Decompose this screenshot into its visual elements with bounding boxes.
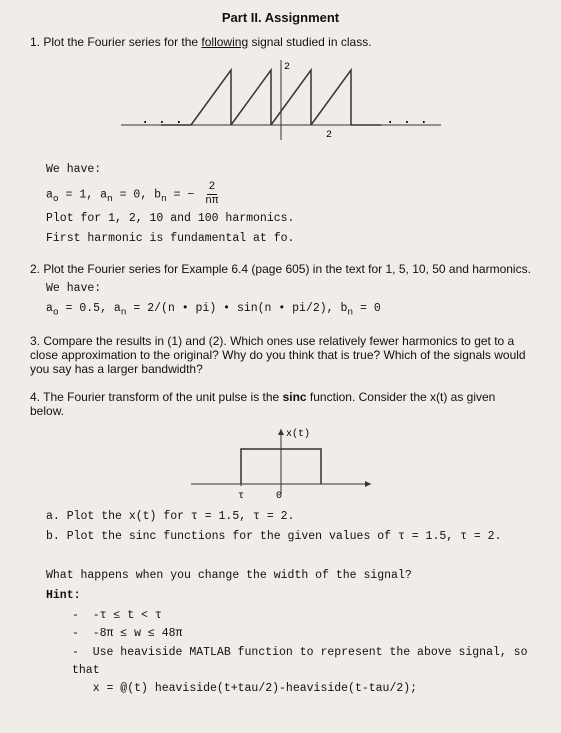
q2-header: 2. Plot the Fourier series for Example 6… — [30, 262, 531, 276]
svg-text:x(t): x(t) — [286, 428, 310, 440]
q1-number: 1. — [30, 35, 43, 49]
q4-b: b. Plot the sinc functions for the given… — [46, 528, 531, 546]
pulse-chart-q4: x(t) τ 0 — [181, 424, 381, 504]
q2-body: We have: ao = 0.5, an = 2/(n • pi) • sin… — [46, 280, 531, 320]
q4-body: a. Plot the x(t) for τ = 1.5, τ = 2. b. … — [46, 508, 531, 699]
q3-header: 3. Compare the results in (1) and (2). W… — [30, 334, 531, 376]
question-1: 1. Plot the Fourier series for the follo… — [30, 35, 531, 248]
hint-3: - Use heaviside MATLAB function to repre… — [72, 644, 531, 681]
q1-body: We have: ao = 1, an = 0, bn = − 2 nπ Plo… — [46, 161, 531, 248]
hint-2: - -8π ≤ w ≤ 48π — [72, 625, 531, 643]
q1-firstharmonic: First harmonic is fundamental at fo. — [46, 230, 531, 248]
q1-formula: ao = 1, an = 0, bn = − 2 nπ — [46, 181, 531, 208]
q1-wehave: We have: — [46, 161, 531, 179]
signal-chart-q1: 2 2 . . . . . . — [111, 55, 451, 155]
question-4: 4. The Fourier transform of the unit pul… — [30, 390, 531, 699]
q4-a: a. Plot the x(t) for τ = 1.5, τ = 2. — [46, 508, 531, 526]
question-3: 3. Compare the results in (1) and (2). W… — [30, 334, 531, 376]
hint-4: x = @(t) heaviside(t+tau/2)-heaviside(t-… — [72, 680, 531, 698]
q1-text: Plot the Fourier series for the followin… — [43, 35, 371, 49]
q4-hints: - -τ ≤ t < τ - -8π ≤ w ≤ 48π - Use heavi… — [62, 607, 531, 699]
svg-text:0: 0 — [276, 491, 282, 502]
svg-text:2: 2 — [284, 62, 290, 73]
q4-hint-label: Hint: — [46, 587, 531, 605]
q4-whathappens: What happens when you change the width o… — [46, 567, 531, 585]
svg-text:. . .: . . . — [386, 112, 428, 128]
q2-formula: ao = 0.5, an = 2/(n • pi) • sin(n • pi/2… — [46, 300, 531, 320]
question-2: 2. Plot the Fourier series for Example 6… — [30, 262, 531, 320]
q1-header: 1. Plot the Fourier series for the follo… — [30, 35, 531, 49]
hint-1: - -τ ≤ t < τ — [72, 607, 531, 625]
q4-header: 4. The Fourier transform of the unit pul… — [30, 390, 531, 418]
q1-plotfor: Plot for 1, 2, 10 and 100 harmonics. — [46, 210, 531, 228]
q2-wehave: We have: — [46, 280, 531, 298]
svg-text:τ: τ — [238, 491, 244, 502]
page-title: Part II. Assignment — [30, 10, 531, 25]
svg-text:2: 2 — [326, 130, 332, 141]
